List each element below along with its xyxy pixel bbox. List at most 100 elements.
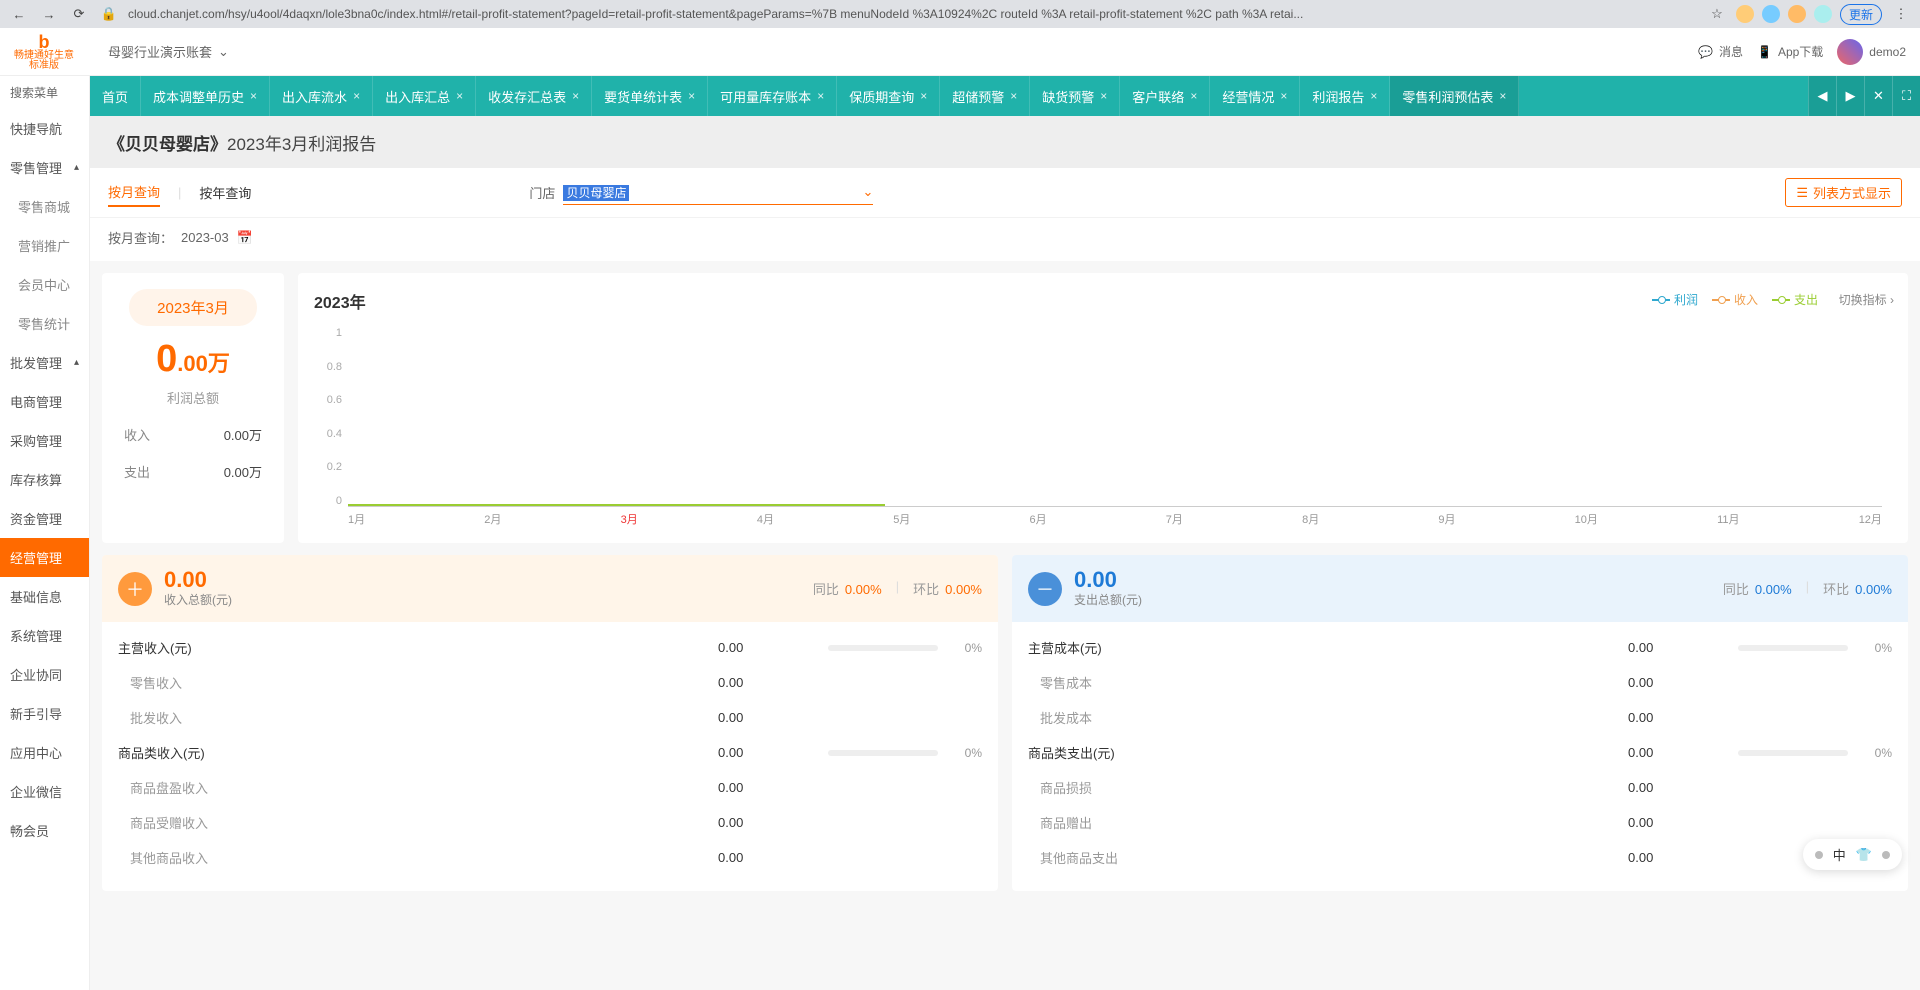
expense-total-label: 支出总额(元) [1074, 591, 1142, 608]
extension-icon[interactable] [1736, 5, 1754, 23]
logo: b 畅捷通好生意 标准版 [14, 33, 74, 71]
close-icon[interactable]: × [456, 89, 463, 103]
app-download-button[interactable]: 📱 App下载 [1757, 43, 1823, 60]
chevron-icon: ▴ [74, 162, 79, 173]
sidebar-item[interactable]: 采购管理 [0, 421, 89, 460]
sidebar-item[interactable]: 资金管理 [0, 499, 89, 538]
close-icon[interactable]: × [1370, 89, 1377, 103]
profit-total-label: 利润总额 [118, 388, 268, 407]
calendar-icon[interactable]: 📅 [237, 230, 253, 246]
tab[interactable]: 客户联络× [1120, 76, 1210, 116]
tabs-bar: 首页成本调整单历史×出入库流水×出入库汇总×收发存汇总表×要货单统计表×可用量库… [90, 76, 1920, 116]
filter-bar: 按月查询 | 按年查询 门店 贝贝母婴店 ⌄ ☰ 列表方式显示 [90, 167, 1920, 261]
close-icon[interactable]: × [1499, 89, 1506, 103]
sidebar-subitem[interactable]: 零售商城 [0, 187, 89, 226]
menu-icon[interactable]: ⋮ [1890, 3, 1912, 25]
expense-ratios: 同比0.00% | 环比0.00% [1723, 579, 1892, 598]
tab[interactable]: 出入库汇总× [373, 76, 476, 116]
panel-row: 商品类支出(元)0.000% [1028, 735, 1892, 770]
sidebar-item[interactable]: 批发管理▴ [0, 343, 89, 382]
panel-row: 主营收入(元)0.000% [118, 630, 982, 665]
chart-legend: 利润 收入 支出 [1652, 291, 1818, 308]
sidebar-item[interactable]: 零售管理▴ [0, 148, 89, 187]
tab[interactable]: 收发存汇总表× [476, 76, 592, 116]
extension-icon[interactable] [1788, 5, 1806, 23]
close-icon[interactable]: × [1100, 89, 1107, 103]
page-content: 《贝贝母婴店》2023年3月利润报告 按月查询 | 按年查询 门店 贝贝母婴店 … [90, 116, 1920, 990]
sidebar-item[interactable]: 新手引导 [0, 694, 89, 733]
close-icon[interactable]: × [817, 89, 824, 103]
back-icon[interactable]: ← [8, 3, 30, 25]
tab[interactable]: 经营情况× [1210, 76, 1300, 116]
sidebar-item[interactable]: 快捷导航 [0, 109, 89, 148]
list-view-button[interactable]: ☰ 列表方式显示 [1785, 178, 1902, 207]
filter-tab-month[interactable]: 按月查询 [108, 178, 160, 207]
sidebar-item[interactable]: 企业微信 [0, 772, 89, 811]
chart-y-axis: 10.80.60.40.20 [314, 327, 342, 507]
sidebar-item[interactable]: 电商管理 [0, 382, 89, 421]
filter-tab-year[interactable]: 按年查询 [199, 179, 251, 206]
tab[interactable]: 要货单统计表× [592, 76, 708, 116]
panel-row: 零售成本0.00 [1028, 665, 1892, 700]
messages-button[interactable]: 💬 消息 [1698, 43, 1743, 60]
close-icon[interactable]: × [1010, 89, 1017, 103]
panel-row: 商品盘盈收入0.00 [118, 770, 982, 805]
close-icon[interactable]: × [572, 89, 579, 103]
sidebar-item[interactable]: 畅会员 [0, 811, 89, 850]
close-icon[interactable]: × [250, 89, 257, 103]
tab[interactable]: 超储预警× [940, 76, 1030, 116]
org-selector[interactable]: 母婴行业演示账套 ⌄ [108, 42, 229, 61]
extension-icon[interactable] [1814, 5, 1832, 23]
summary-card: 2023年3月 0.00万 利润总额 收入0.00万 支出0.00万 [102, 273, 284, 543]
tab[interactable]: 保质期查询× [837, 76, 940, 116]
expense-panel: － 0.00 支出总额(元) 同比0.00% | 环比0.00% 主营成本(元)… [1012, 555, 1908, 891]
address-bar[interactable]: cloud.chanjet.com/hsy/u4ool/4daqxn/lole3… [128, 7, 1698, 21]
sidebar-item[interactable]: 企业协同 [0, 655, 89, 694]
fullscreen-icon[interactable]: ⛶ [1892, 76, 1920, 116]
dot-icon [1882, 851, 1890, 859]
panel-row: 零售收入0.00 [118, 665, 982, 700]
chevron-icon: ▴ [74, 357, 79, 368]
tabs-close-all[interactable]: ✕ [1864, 76, 1892, 116]
tab[interactable]: 出入库流水× [270, 76, 373, 116]
close-icon[interactable]: × [920, 89, 927, 103]
reload-icon[interactable]: ⟳ [68, 3, 90, 25]
browser-update-button[interactable]: 更新 [1840, 4, 1882, 25]
panel-row: 主营成本(元)0.000% [1028, 630, 1892, 665]
sidebar-subitem[interactable]: 零售统计 [0, 304, 89, 343]
close-icon[interactable]: × [1190, 89, 1197, 103]
sidebar-subitem[interactable]: 营销推广 [0, 226, 89, 265]
tab[interactable]: 首页 [90, 76, 141, 116]
tabs-scroll-right[interactable]: ▶ [1836, 76, 1864, 116]
month-query-value: 2023-03 [181, 230, 229, 245]
star-icon[interactable]: ☆ [1706, 3, 1728, 25]
user-menu[interactable]: demo2 [1837, 39, 1906, 65]
close-icon[interactable]: × [1280, 89, 1287, 103]
tab[interactable]: 可用量库存账本× [708, 76, 837, 116]
main: 首页成本调整单历史×出入库流水×出入库汇总×收发存汇总表×要货单统计表×可用量库… [90, 76, 1920, 990]
chevron-down-icon: ⌄ [863, 184, 874, 200]
user-name: demo2 [1869, 45, 1906, 59]
sidebar-subitem[interactable]: 会员中心 [0, 265, 89, 304]
panel-row: 其他商品支出0.00 [1028, 840, 1892, 875]
extension-icon[interactable] [1762, 5, 1780, 23]
sidebar-search[interactable]: 搜索菜单 [0, 76, 89, 109]
sidebar-item[interactable]: 应用中心 [0, 733, 89, 772]
forward-icon[interactable]: → [38, 3, 60, 25]
sidebar-item[interactable]: 经营管理 [0, 538, 89, 577]
close-icon[interactable]: × [353, 89, 360, 103]
tab[interactable]: 缺货预警× [1030, 76, 1120, 116]
tab[interactable]: 成本调整单历史× [141, 76, 270, 116]
sidebar-item[interactable]: 库存核算 [0, 460, 89, 499]
tab[interactable]: 利润报告× [1300, 76, 1390, 116]
tab[interactable]: 零售利润预估表× [1390, 76, 1519, 116]
sidebar-item[interactable]: 基础信息 [0, 577, 89, 616]
store-selector[interactable]: 门店 贝贝母婴店 ⌄ [529, 181, 873, 205]
sidebar-item[interactable]: 系统管理 [0, 616, 89, 655]
lang-label: 中 [1833, 845, 1846, 864]
tabs-scroll-left[interactable]: ◀ [1808, 76, 1836, 116]
ime-float-pill[interactable]: 中 👕 [1803, 839, 1902, 870]
close-icon[interactable]: × [688, 89, 695, 103]
chart-plot[interactable]: 10.80.60.40.20 1月2月3月4月5月6月7月8月9月10月11月1… [314, 327, 1892, 527]
switch-indicator-button[interactable]: 切换指标 › [1839, 291, 1894, 308]
